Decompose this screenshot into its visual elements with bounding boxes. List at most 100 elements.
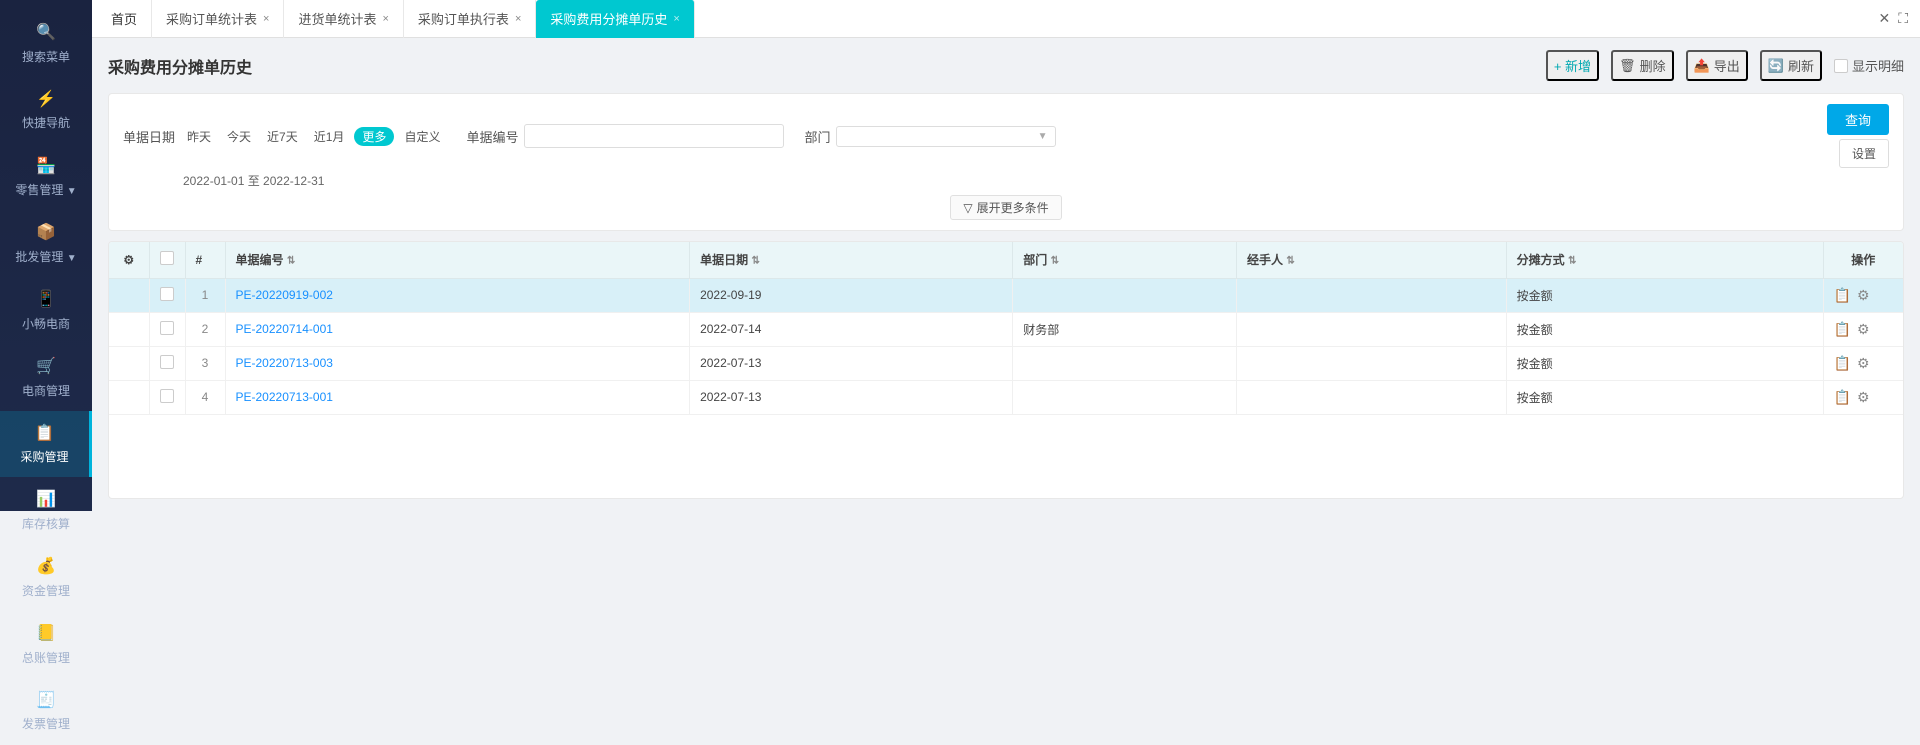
table-header-row: ⚙ # 单据编号 ⇅ 单据日期 ⇅ bbox=[109, 242, 1903, 278]
row-checkbox[interactable] bbox=[160, 389, 174, 403]
more-action-icon[interactable]: ⚙ bbox=[1857, 287, 1870, 304]
fullscreen-button[interactable]: ⛶ bbox=[1898, 10, 1908, 27]
date-column-header[interactable]: 单据日期 ⇅ bbox=[690, 242, 1013, 278]
show-cols-checkbox[interactable]: 显示明细 bbox=[1834, 56, 1904, 75]
today-shortcut[interactable]: 今天 bbox=[221, 127, 257, 146]
row-checkbox-cell[interactable] bbox=[149, 278, 185, 312]
last1month-shortcut[interactable]: 近1月 bbox=[308, 127, 351, 146]
tab-purchase-order-exec[interactable]: 采购订单执行表 × bbox=[404, 0, 536, 38]
sidebar-item-ecommerce[interactable]: 🛒 电商管理 bbox=[0, 344, 92, 411]
handler-column-header[interactable]: 经手人 ⇅ bbox=[1236, 242, 1506, 278]
more-shortcut[interactable]: 更多 bbox=[354, 127, 394, 146]
row-checkbox-cell[interactable] bbox=[149, 346, 185, 380]
num-column-header: # bbox=[185, 242, 225, 278]
tab-label: 采购订单执行表 bbox=[418, 9, 509, 28]
row-split-method: 按金额 bbox=[1506, 312, 1823, 346]
row-handler bbox=[1236, 278, 1506, 312]
more-action-icon[interactable]: ⚙ bbox=[1857, 355, 1870, 372]
close-icon[interactable]: × bbox=[673, 13, 679, 25]
docno-link[interactable]: PE-20220714-001 bbox=[236, 322, 333, 336]
close-icon[interactable]: × bbox=[382, 13, 388, 25]
view-detail-icon[interactable]: 📋 bbox=[1834, 321, 1851, 338]
date-range-display: 2022-01-01 至 2022-12-31 bbox=[183, 172, 1889, 189]
export-button[interactable]: 📤 导出 bbox=[1686, 50, 1748, 81]
row-date: 2022-07-13 bbox=[690, 380, 1013, 414]
row-handler bbox=[1236, 380, 1506, 414]
export-icon: 📤 bbox=[1694, 58, 1710, 74]
view-detail-icon[interactable]: 📋 bbox=[1834, 287, 1851, 304]
tab-purchase-receipt-stats[interactable]: 进货单统计表 × bbox=[284, 0, 403, 38]
sort-icon: ⇅ bbox=[287, 256, 295, 267]
row-docno[interactable]: PE-20220714-001 bbox=[225, 312, 690, 346]
docno-link[interactable]: PE-20220919-002 bbox=[236, 288, 333, 302]
row-num: 2 bbox=[185, 312, 225, 346]
row-docno[interactable]: PE-20220919-002 bbox=[225, 278, 690, 312]
sidebar-item-search[interactable]: 🔍 搜索菜单 bbox=[0, 10, 92, 77]
sidebar-item-label: 发票管理 bbox=[22, 717, 70, 731]
delete-button[interactable]: 🗑 删除 bbox=[1611, 50, 1674, 81]
row-settings bbox=[109, 312, 149, 346]
chevron-down-icon: ▼ bbox=[67, 253, 77, 264]
chevron-down-icon: ▽ bbox=[963, 201, 972, 215]
sidebar-item-purchase[interactable]: 📋 采购管理 bbox=[0, 411, 92, 478]
filter-right-group: 查询 设置 bbox=[1827, 104, 1889, 168]
docno-link[interactable]: PE-20220713-001 bbox=[236, 390, 333, 404]
tab-label: 首页 bbox=[111, 9, 137, 28]
settings-column-header[interactable]: ⚙ bbox=[109, 242, 149, 278]
yesterday-shortcut[interactable]: 昨天 bbox=[181, 127, 217, 146]
close-window-button[interactable]: ✕ bbox=[1878, 10, 1890, 27]
search-icon: 🔍 bbox=[5, 20, 87, 46]
last7days-shortcut[interactable]: 近7天 bbox=[261, 127, 304, 146]
tab-home[interactable]: 首页 bbox=[97, 0, 152, 38]
filter-row: 单据日期 昨天 今天 近7天 近1月 更多 自定义 单据编号 bbox=[123, 104, 1889, 168]
view-detail-icon[interactable]: 📋 bbox=[1834, 389, 1851, 406]
sidebar-item-label: 库存核算 bbox=[22, 517, 70, 531]
split-method-column-header[interactable]: 分摊方式 ⇅ bbox=[1506, 242, 1823, 278]
close-icon[interactable]: × bbox=[515, 13, 521, 25]
dept-select[interactable]: ▼ bbox=[836, 126, 1056, 147]
expand-more-button[interactable]: ▽ 展开更多条件 bbox=[950, 195, 1061, 220]
filter-settings-button[interactable]: 设置 bbox=[1839, 139, 1889, 168]
dept-column-header[interactable]: 部门 ⇅ bbox=[1013, 242, 1237, 278]
row-actions: 📋 ⚙ bbox=[1823, 312, 1903, 346]
row-docno[interactable]: PE-20220713-003 bbox=[225, 346, 690, 380]
docno-input[interactable] bbox=[524, 124, 784, 148]
row-docno[interactable]: PE-20220713-001 bbox=[225, 380, 690, 414]
row-checkbox[interactable] bbox=[160, 355, 174, 369]
refresh-button[interactable]: 🔄 刷新 bbox=[1760, 50, 1822, 81]
sidebar-item-shortcut[interactable]: ⚡ 快捷导航 bbox=[0, 77, 92, 144]
row-checkbox-cell[interactable] bbox=[149, 380, 185, 414]
sidebar-item-mobile[interactable]: 📱 小畅电商 bbox=[0, 277, 92, 344]
wholesale-icon: 📦 bbox=[5, 220, 87, 246]
select-all-checkbox[interactable] bbox=[160, 251, 174, 265]
checkbox-icon bbox=[1834, 59, 1848, 73]
sidebar-item-accounting[interactable]: 📒 总账管理 bbox=[0, 611, 92, 678]
row-checkbox-cell[interactable] bbox=[149, 312, 185, 346]
sidebar-item-invoice[interactable]: 🧾 发票管理 bbox=[0, 678, 92, 745]
custom-shortcut[interactable]: 自定义 bbox=[398, 127, 446, 146]
row-dept: 财务部 bbox=[1013, 312, 1237, 346]
row-checkbox[interactable] bbox=[160, 287, 174, 301]
sidebar-item-retail[interactable]: 🏪 零售管理 ▼ bbox=[0, 144, 92, 211]
more-action-icon[interactable]: ⚙ bbox=[1857, 389, 1870, 406]
expand-more-row: ▽ 展开更多条件 bbox=[123, 195, 1889, 220]
docno-column-header[interactable]: 单据编号 ⇅ bbox=[225, 242, 690, 278]
docno-link[interactable]: PE-20220713-003 bbox=[236, 356, 333, 370]
more-action-icon[interactable]: ⚙ bbox=[1857, 321, 1870, 338]
sidebar-item-wholesale[interactable]: 📦 批发管理 ▼ bbox=[0, 210, 92, 277]
row-date: 2022-09-19 bbox=[690, 278, 1013, 312]
query-button[interactable]: 查询 bbox=[1827, 104, 1889, 135]
row-date: 2022-07-13 bbox=[690, 346, 1013, 380]
filter-date-group: 单据日期 昨天 今天 近7天 近1月 更多 自定义 bbox=[123, 127, 446, 146]
tab-purchase-order-stats[interactable]: 采购订单统计表 × bbox=[152, 0, 284, 38]
checkbox-column-header[interactable] bbox=[149, 242, 185, 278]
add-button[interactable]: + 新增 bbox=[1546, 50, 1599, 81]
tab-purchase-cost-split[interactable]: 采购费用分摊单历史 × bbox=[536, 0, 694, 38]
dept-filter-label: 部门 bbox=[804, 127, 830, 146]
view-detail-icon[interactable]: 📋 bbox=[1834, 355, 1851, 372]
data-table: ⚙ # 单据编号 ⇅ 单据日期 ⇅ bbox=[109, 242, 1903, 415]
row-split-method: 按金额 bbox=[1506, 380, 1823, 414]
sidebar-item-finance[interactable]: 💰 资金管理 bbox=[0, 544, 92, 611]
row-checkbox[interactable] bbox=[160, 321, 174, 335]
close-icon[interactable]: × bbox=[263, 13, 269, 25]
